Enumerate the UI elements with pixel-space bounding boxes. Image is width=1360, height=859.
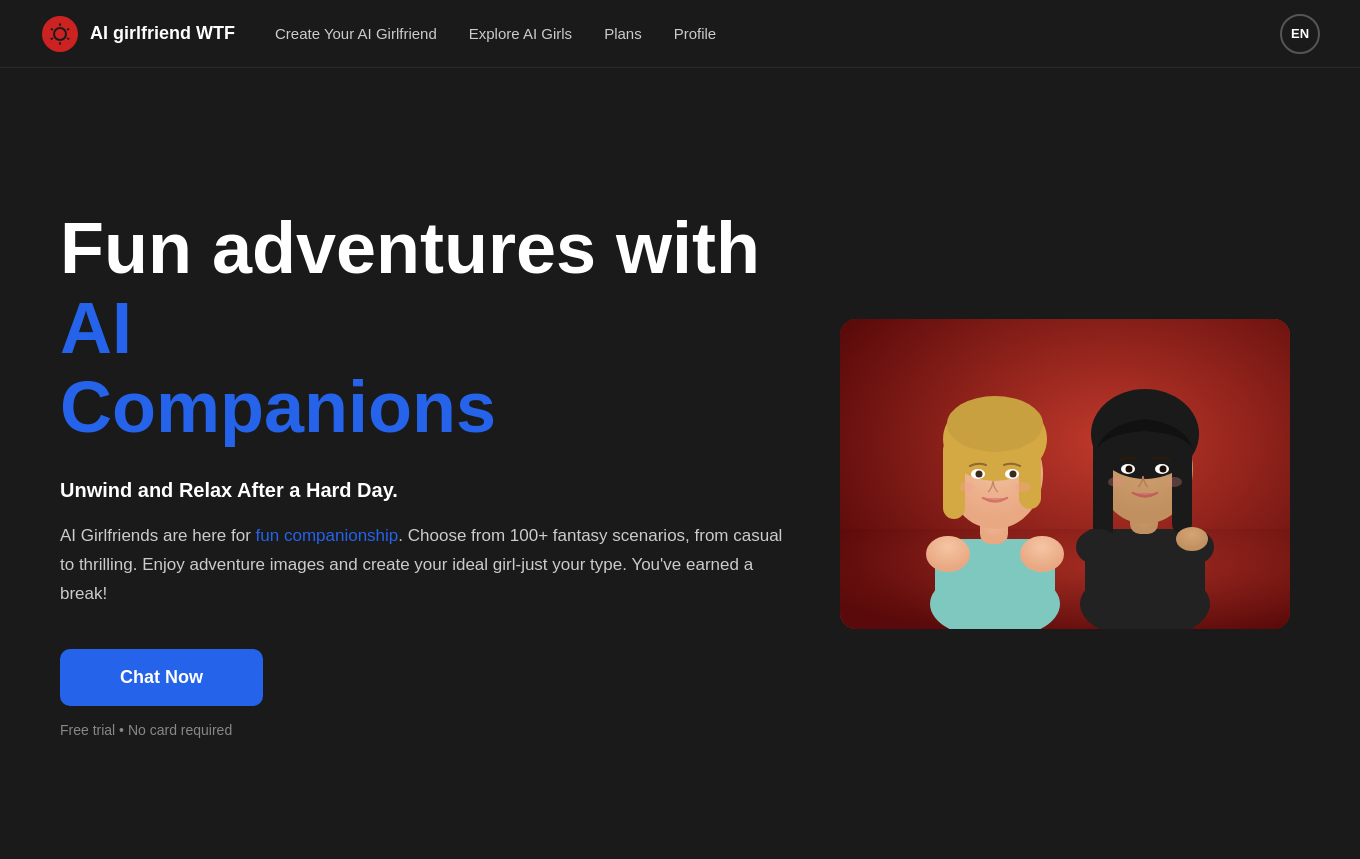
svg-point-42 xyxy=(1126,465,1133,472)
svg-point-28 xyxy=(1010,470,1017,477)
nav-link-explore[interactable]: Explore AI Girls xyxy=(469,25,572,42)
hero-content: Fun adventures with AI Companions Unwind… xyxy=(60,209,840,737)
svg-point-31 xyxy=(926,536,970,572)
svg-rect-23 xyxy=(1019,439,1041,509)
svg-point-43 xyxy=(1160,465,1167,472)
svg-rect-22 xyxy=(943,439,965,519)
svg-rect-16 xyxy=(840,529,1290,629)
hero-illustration xyxy=(840,319,1290,629)
hero-image xyxy=(840,319,1290,629)
hero-title-companions: Companions xyxy=(60,367,496,447)
nav-link-plans[interactable]: Plans xyxy=(604,25,642,42)
svg-point-14 xyxy=(55,29,65,39)
hero-title: Fun adventures with AI Companions xyxy=(60,209,800,447)
hero-desc-part1: AI Girlfriends are here for xyxy=(60,526,256,545)
svg-point-45 xyxy=(1166,477,1182,487)
hero-description: AI Girlfriends are here for fun companio… xyxy=(60,522,800,609)
hero-free-trial: Free trial • No card required xyxy=(60,722,232,738)
svg-point-8 xyxy=(57,16,64,23)
language-button[interactable]: EN xyxy=(1280,14,1320,54)
nav-links: Create Your AI Girlfriend Explore AI Gir… xyxy=(275,25,1280,42)
svg-point-24 xyxy=(947,396,1043,452)
svg-point-29 xyxy=(959,482,975,492)
brand-logo[interactable]: AI girlfriend WTF xyxy=(40,14,235,54)
hero-title-part1: Fun adventures with xyxy=(60,208,760,288)
svg-point-44 xyxy=(1108,477,1124,487)
svg-point-46 xyxy=(1076,529,1120,565)
hero-section: Fun adventures with AI Companions Unwind… xyxy=(0,68,1360,859)
nav-link-create[interactable]: Create Your AI Girlfriend xyxy=(275,25,437,42)
hero-desc-highlight: fun companionship xyxy=(256,526,399,545)
svg-point-11 xyxy=(57,44,64,51)
navbar: AI girlfriend WTF Create Your AI Girlfri… xyxy=(0,0,1360,68)
svg-point-32 xyxy=(1020,536,1064,572)
hero-title-ai: AI xyxy=(60,288,132,368)
brand-icon xyxy=(40,14,80,54)
brand-name: AI girlfriend WTF xyxy=(90,23,235,44)
hero-subtitle: Unwind and Relax After a Hard Day. xyxy=(60,479,800,502)
svg-point-27 xyxy=(976,470,983,477)
svg-point-30 xyxy=(1015,482,1031,492)
svg-point-48 xyxy=(1176,527,1208,551)
nav-link-profile[interactable]: Profile xyxy=(674,25,717,42)
chat-now-button[interactable]: Chat Now xyxy=(60,649,263,706)
hero-cta: Chat Now Free trial • No card required xyxy=(60,649,800,738)
